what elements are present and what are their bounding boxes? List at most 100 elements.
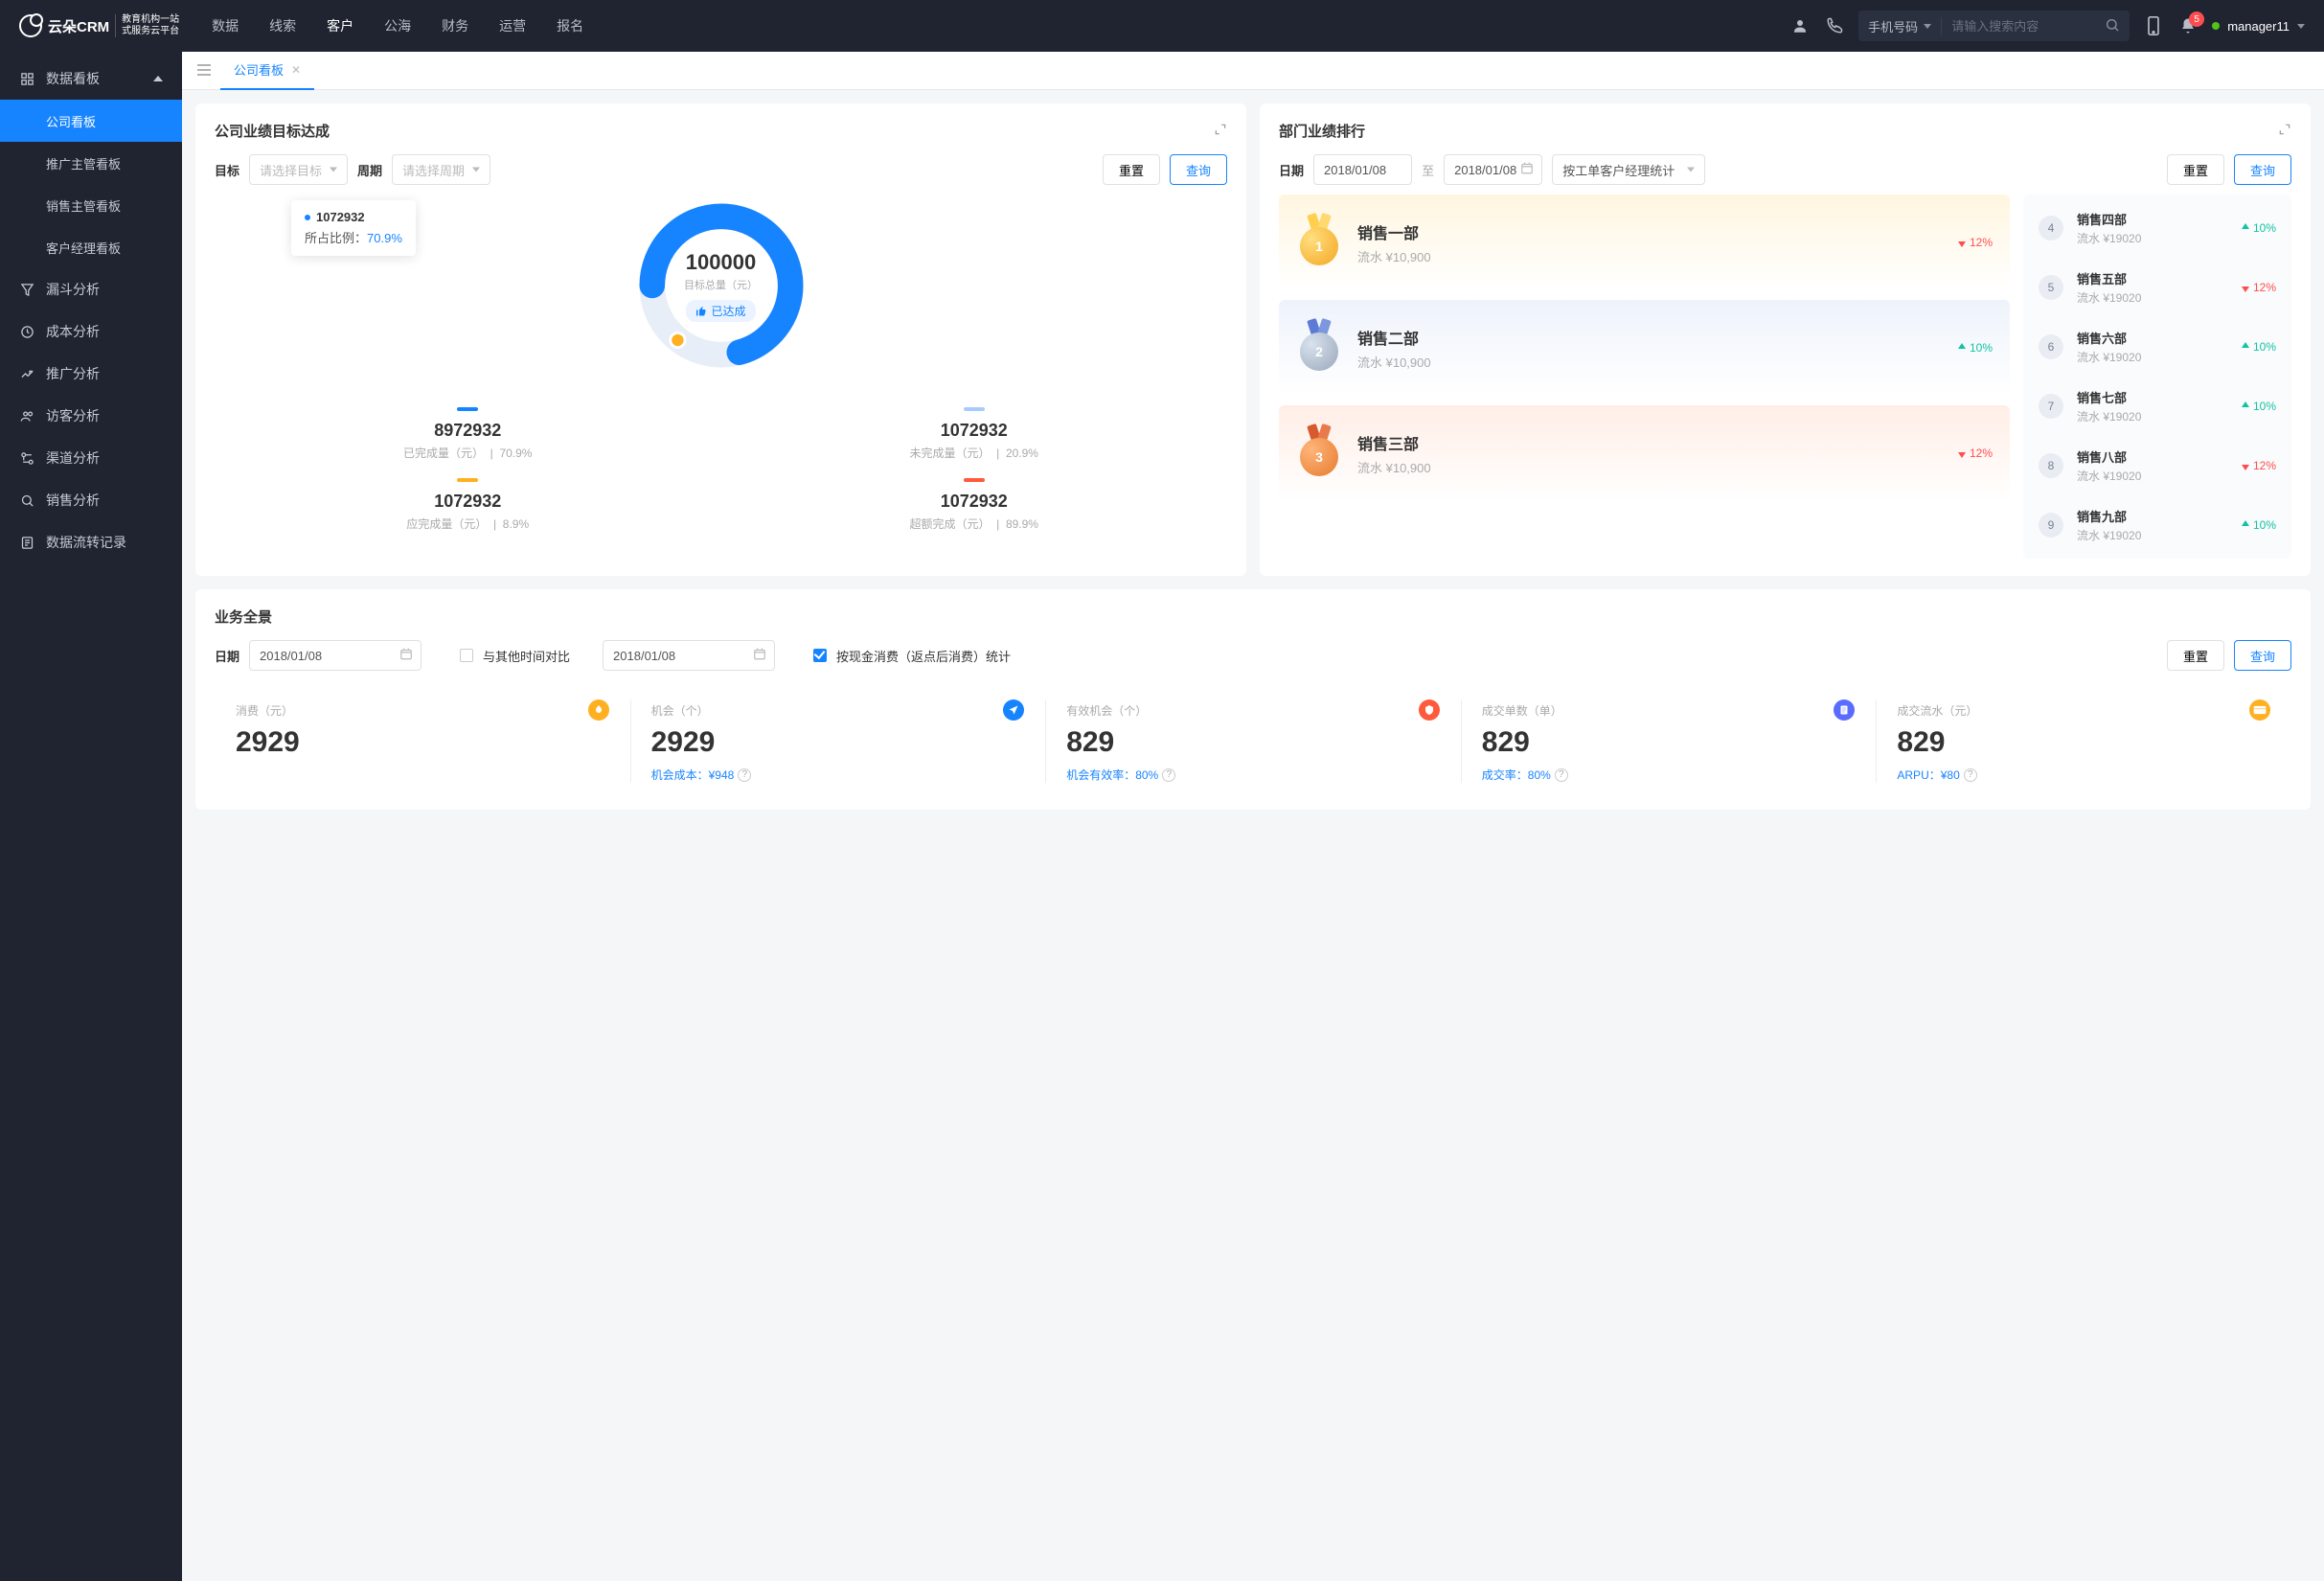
reset-button[interactable]: 重置 — [2167, 640, 2224, 671]
mobile-icon[interactable] — [2143, 15, 2164, 36]
sidebar-item-icon — [19, 450, 34, 466]
select-stat-type[interactable]: 按工单客户经理统计 — [1552, 154, 1705, 185]
nav-item[interactable]: 财务 — [438, 11, 472, 41]
kpi-sub: 成交率：80% ? — [1482, 767, 1856, 783]
help-icon[interactable]: ? — [1964, 768, 1977, 782]
checkbox-cash[interactable] — [813, 649, 827, 662]
sidebar-item-icon — [19, 282, 34, 297]
dashboard-icon — [19, 71, 34, 86]
bell-icon[interactable]: 5 — [2177, 15, 2199, 36]
nav-item[interactable]: 客户 — [323, 11, 357, 41]
sidebar-item-icon — [19, 535, 34, 550]
nav-item[interactable]: 报名 — [553, 11, 587, 41]
sidebar-item[interactable]: 推广分析 — [0, 353, 182, 395]
sidebar-sub-item[interactable]: 推广主管看板 — [0, 142, 182, 184]
help-icon[interactable]: ? — [1162, 768, 1175, 782]
sidebar-group-databoard[interactable]: 数据看板 — [0, 57, 182, 100]
date-from-input[interactable]: 2018/01/08 — [1313, 154, 1412, 185]
query-button[interactable]: 查询 — [1170, 154, 1227, 185]
nav-item[interactable]: 公海 — [380, 11, 415, 41]
sidebar-item-label: 漏斗分析 — [46, 280, 100, 299]
checkbox-compare-label: 与其他时间对比 — [483, 647, 570, 665]
reset-button[interactable]: 重置 — [2167, 154, 2224, 185]
sidebar: 数据看板 公司看板推广主管看板销售主管看板客户经理看板 漏斗分析成本分析推广分析… — [0, 52, 182, 1581]
sidebar-item[interactable]: 数据流转记录 — [0, 521, 182, 563]
kpi-card: 有效机会（个） 829机会有效率：80% ? — [1045, 690, 1461, 792]
rank-list-item: 9 销售九部流水 ¥19020 10% — [2023, 495, 2291, 555]
logo-text: 云朵CRM — [48, 16, 109, 36]
sidebar-item[interactable]: 销售分析 — [0, 479, 182, 521]
date-input[interactable]: 2018/01/08 — [249, 640, 422, 671]
rank-number: 7 — [2039, 394, 2063, 419]
user-menu[interactable]: manager11 — [2212, 19, 2305, 34]
rank-list-item: 5 销售五部流水 ¥19020 12% — [2023, 258, 2291, 317]
kpi-sub: 机会有效率：80% ? — [1066, 767, 1440, 783]
sidebar-item-label: 成本分析 — [46, 322, 100, 341]
delta-badge: 10% — [2241, 340, 2276, 354]
nav-item[interactable]: 线索 — [265, 11, 300, 41]
delta-badge: 10% — [2241, 221, 2276, 235]
query-button[interactable]: 查询 — [2234, 154, 2291, 185]
search-group: 手机号码 — [1858, 11, 2130, 41]
kpi-card: 成交流水（元） 829ARPU：¥80 ? — [1876, 690, 2291, 792]
kpi-icon — [1419, 699, 1440, 721]
close-icon[interactable]: ✕ — [291, 63, 301, 77]
query-button[interactable]: 查询 — [2234, 640, 2291, 671]
calendar-icon — [753, 648, 766, 664]
rank-list-item: 4 销售四部流水 ¥19020 10% — [2023, 198, 2291, 258]
kpi-card: 消费（元） 2929 — [215, 690, 630, 792]
sidebar-sub-item[interactable]: 销售主管看板 — [0, 184, 182, 226]
hamburger-icon[interactable] — [192, 63, 216, 79]
checkbox-compare[interactable] — [460, 649, 473, 662]
sidebar-sub-item[interactable]: 公司看板 — [0, 100, 182, 142]
stat-item: 1072932 未完成量（元） | 20.9% — [721, 394, 1228, 465]
rank-number: 6 — [2039, 334, 2063, 359]
help-icon[interactable]: ? — [738, 768, 751, 782]
search-icon[interactable] — [2095, 17, 2130, 35]
date-separator: 至 — [1422, 161, 1434, 179]
calendar-icon — [1520, 162, 1534, 178]
kpi-card: 机会（个） 2929机会成本：¥948 ? — [630, 690, 1046, 792]
sidebar-item-label: 数据流转记录 — [46, 533, 126, 552]
nav-item[interactable]: 运营 — [495, 11, 530, 41]
help-icon[interactable]: ? — [1555, 768, 1568, 782]
select-period[interactable]: 请选择周期 — [392, 154, 490, 185]
panel-title: 公司业绩目标达成 — [215, 121, 330, 141]
select-target[interactable]: 请选择目标 — [249, 154, 348, 185]
rank-card: 2 销售二部流水 ¥10,900 10% — [1279, 300, 2010, 396]
expand-icon[interactable] — [2278, 123, 2291, 140]
main: 公司看板 ✕ 公司业绩目标达成 目标 请选择目标 周期 — [182, 52, 2324, 1581]
label-target: 目标 — [215, 161, 239, 179]
tab-company-board[interactable]: 公司看板 ✕ — [220, 52, 314, 90]
person-icon[interactable] — [1789, 15, 1811, 36]
sidebar-sub-item[interactable]: 客户经理看板 — [0, 226, 182, 268]
search-input[interactable] — [1942, 19, 2095, 34]
panel-title: 业务全景 — [215, 607, 272, 627]
sidebar-item[interactable]: 成本分析 — [0, 310, 182, 353]
panel-business: 业务全景 日期 2018/01/08 与其他时间对比 2018/01/08 — [195, 589, 2311, 810]
label-period: 周期 — [357, 161, 382, 179]
search-type-select[interactable]: 手机号码 — [1858, 17, 1942, 35]
panel-goal: 公司业绩目标达成 目标 请选择目标 周期 请选择周期 重置 查询 — [195, 103, 1246, 576]
sidebar-item-label: 访客分析 — [46, 406, 100, 425]
sidebar-item[interactable]: 漏斗分析 — [0, 268, 182, 310]
kpi-icon — [1003, 699, 1024, 721]
nav-item[interactable]: 数据 — [208, 11, 242, 41]
expand-icon[interactable] — [1214, 123, 1227, 140]
date-compare-input[interactable]: 2018/01/08 — [603, 640, 775, 671]
kpi-icon — [1834, 699, 1855, 721]
sidebar-item[interactable]: 渠道分析 — [0, 437, 182, 479]
delta-badge: 10% — [1957, 341, 1993, 355]
nav-items: 数据线索客户公海财务运营报名 — [208, 11, 587, 41]
date-to-input[interactable]: 2018/01/08 — [1444, 154, 1542, 185]
sidebar-item[interactable]: 访客分析 — [0, 395, 182, 437]
status-dot-icon — [2212, 22, 2220, 30]
user-name: manager11 — [2227, 19, 2290, 34]
phone-icon[interactable] — [1824, 15, 1845, 36]
kpi-sub: 机会成本：¥948 ? — [651, 767, 1025, 783]
kpi-icon — [2249, 699, 2270, 721]
donut-chart: 1072932 所占比例：70.9% 100000 目标总量（元） — [215, 195, 1227, 536]
label-date: 日期 — [215, 647, 239, 665]
kpi-sub: ARPU：¥80 ? — [1897, 767, 2270, 783]
reset-button[interactable]: 重置 — [1103, 154, 1160, 185]
